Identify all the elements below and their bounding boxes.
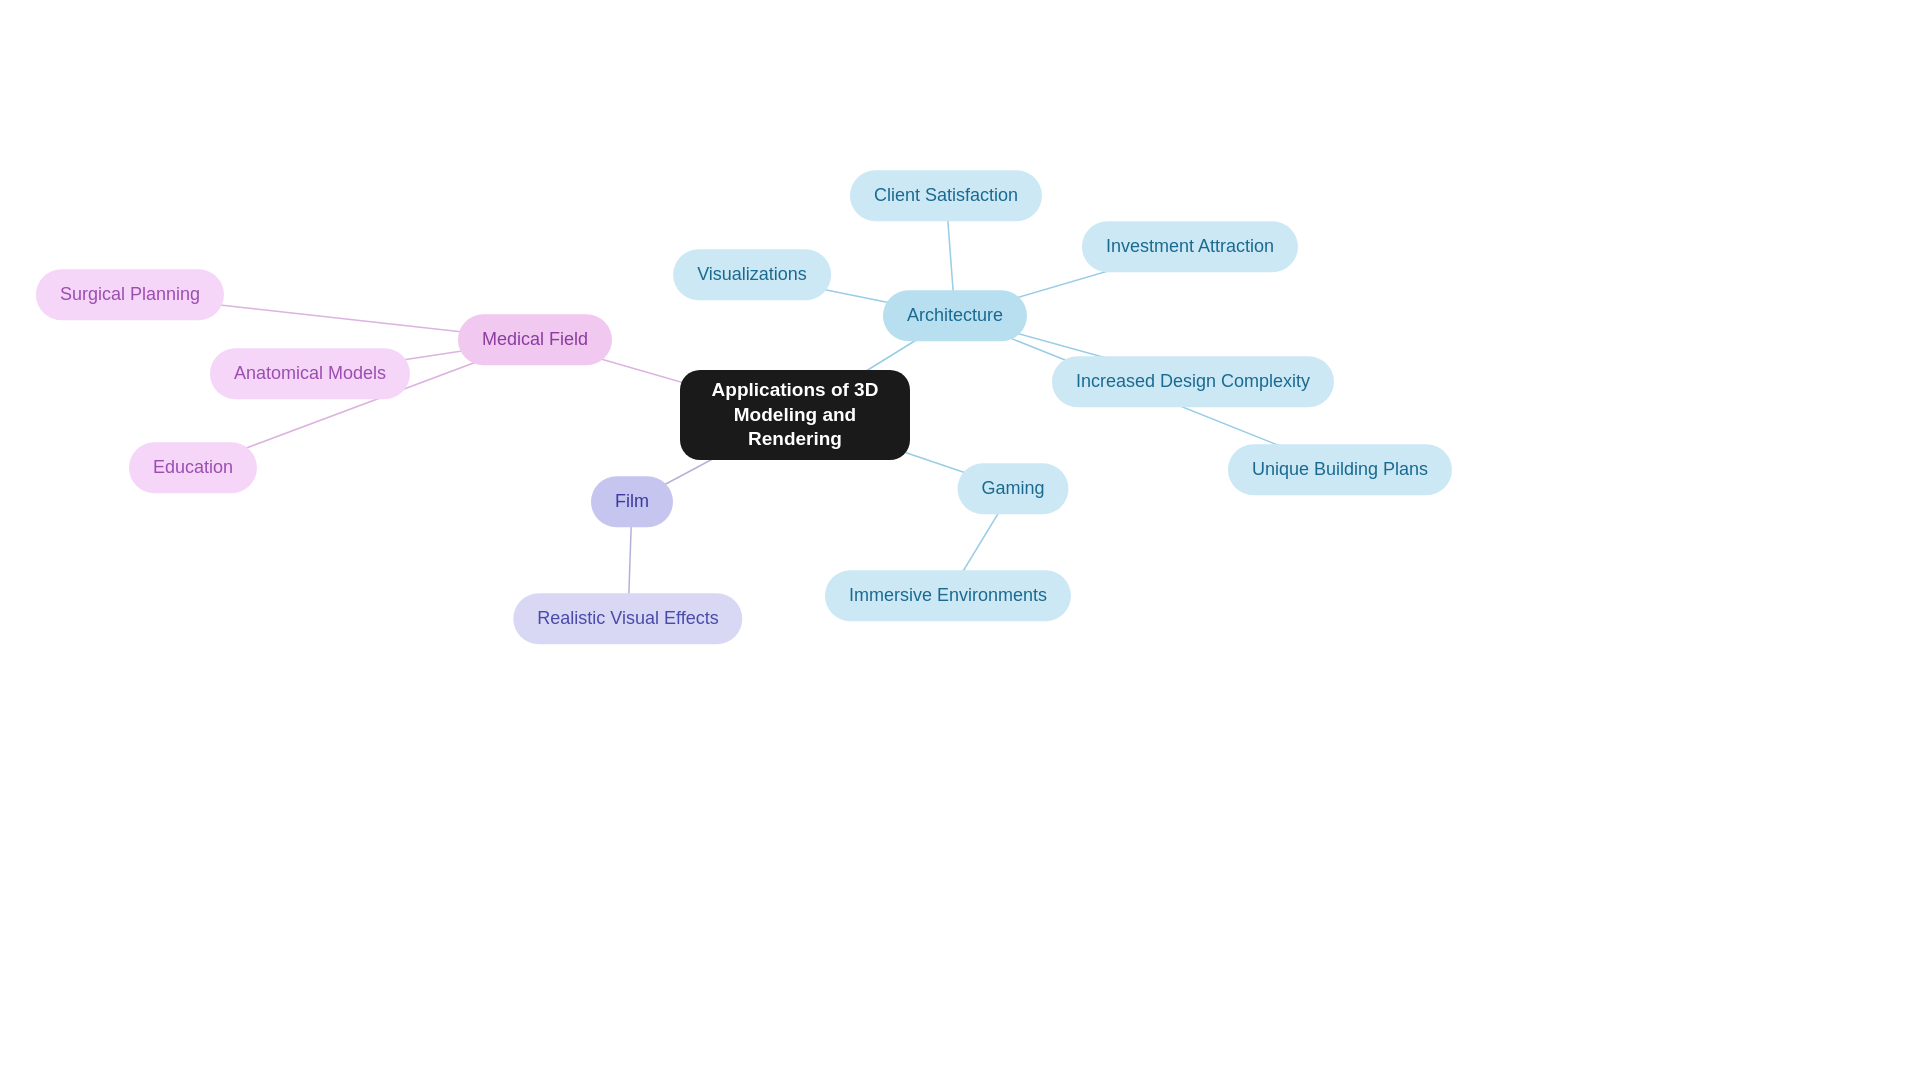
mind-map: Applications of 3D Modeling and Renderin… (0, 0, 1920, 1083)
node-surgical-planning[interactable]: Surgical Planning (36, 269, 224, 320)
center-node[interactable]: Applications of 3D Modeling and Renderin… (680, 370, 910, 460)
node-architecture[interactable]: Architecture (883, 290, 1027, 341)
node-visualizations[interactable]: Visualizations (673, 249, 831, 300)
node-film[interactable]: Film (591, 476, 673, 527)
node-investment-attraction[interactable]: Investment Attraction (1082, 221, 1298, 272)
connections-svg (0, 0, 1920, 1083)
node-increased-design-complexity[interactable]: Increased Design Complexity (1052, 356, 1334, 407)
node-realistic-visual-effects[interactable]: Realistic Visual Effects (513, 593, 742, 644)
node-medical-field[interactable]: Medical Field (458, 314, 612, 365)
node-education[interactable]: Education (129, 442, 257, 493)
node-immersive-environments[interactable]: Immersive Environments (825, 570, 1071, 621)
node-anatomical-models[interactable]: Anatomical Models (210, 348, 410, 399)
node-client-satisfaction[interactable]: Client Satisfaction (850, 170, 1042, 221)
node-gaming[interactable]: Gaming (957, 463, 1068, 514)
node-unique-building-plans[interactable]: Unique Building Plans (1228, 444, 1452, 495)
